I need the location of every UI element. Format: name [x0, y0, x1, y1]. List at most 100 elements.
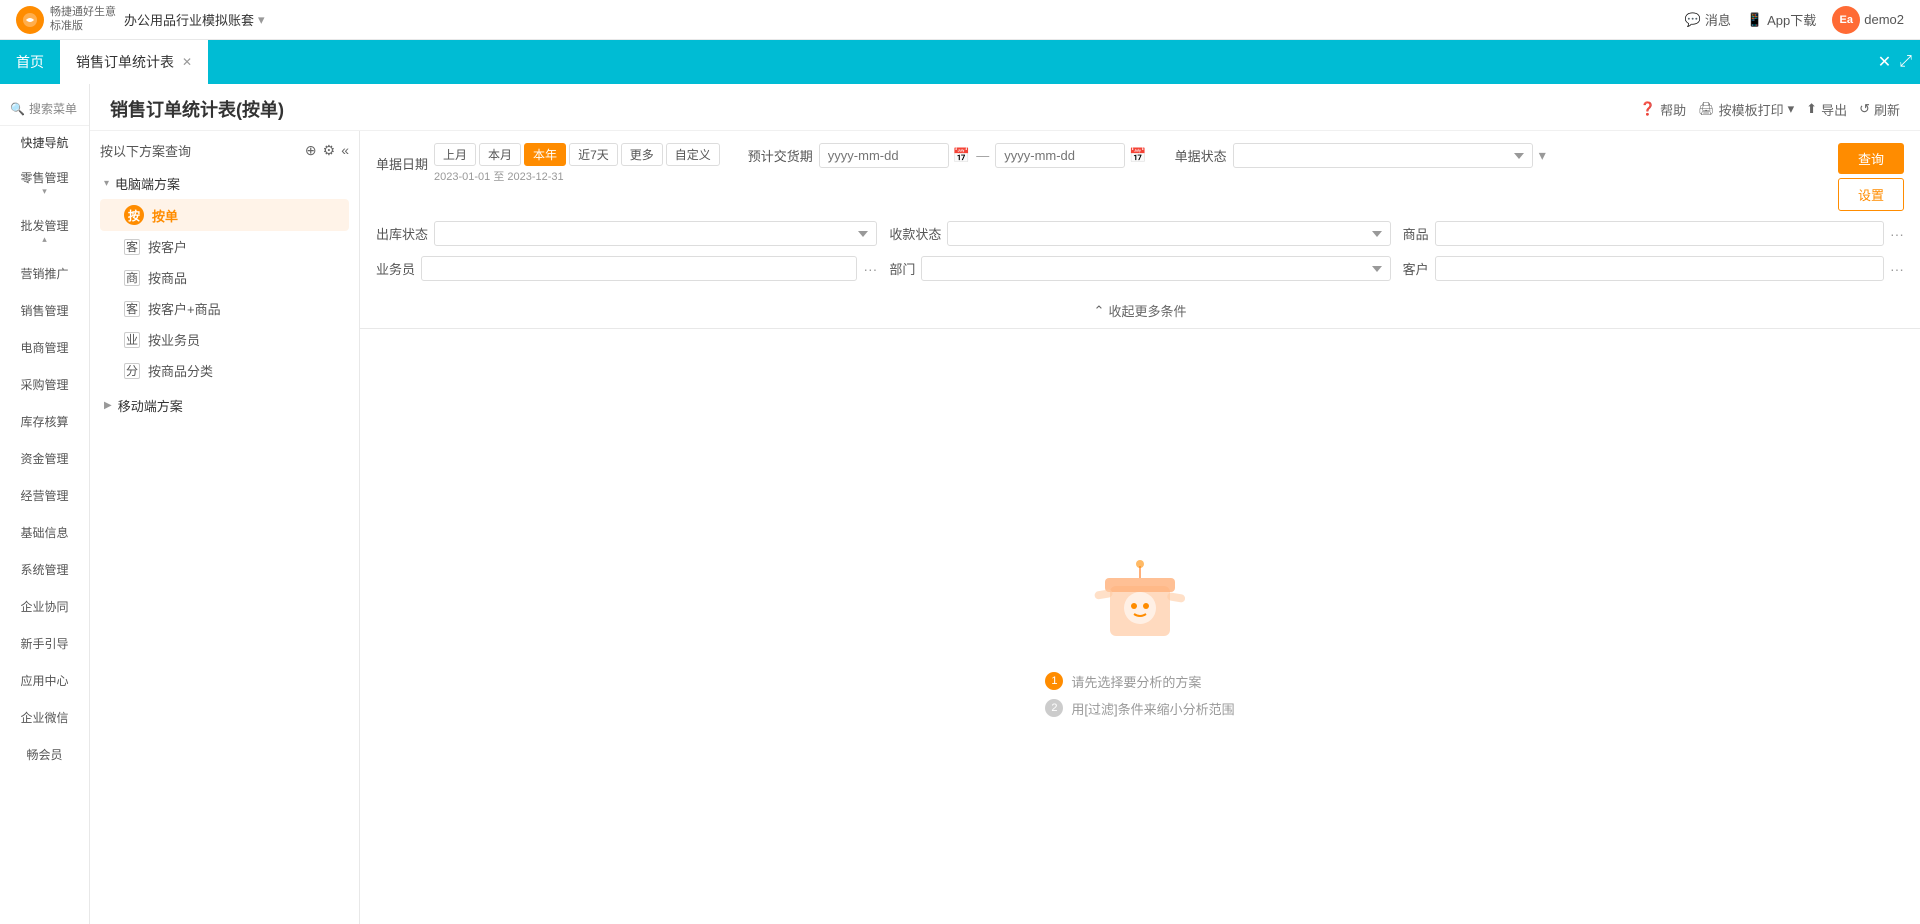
- scheme-item-by-salesperson[interactable]: 业 按业务员: [100, 324, 349, 355]
- export-button[interactable]: ⬆ 导出: [1806, 100, 1847, 119]
- receipt-status-select[interactable]: [947, 221, 1390, 246]
- sidebar-item-newbie[interactable]: 新手引导: [0, 625, 89, 662]
- app-download-button[interactable]: 📱 App下载: [1747, 10, 1816, 29]
- page-actions: ❓ 帮助 🖨 按模板打印 ▾ ⬆ 导出 ↺ 刷新: [1640, 100, 1900, 119]
- sidebar-item-purchase[interactable]: 采购管理: [0, 366, 89, 403]
- sidebar-item-member[interactable]: 畅会员: [0, 736, 89, 773]
- sidebar-item-enterprise[interactable]: 企业协同: [0, 588, 89, 625]
- refresh-icon: ↺: [1859, 101, 1870, 117]
- tab-close-icon[interactable]: ✕: [182, 55, 192, 69]
- customer-more-icon[interactable]: ···: [1890, 261, 1904, 277]
- tab-expand-icon[interactable]: ⤢: [1899, 53, 1912, 71]
- goods-label: 商品: [1403, 224, 1429, 243]
- status-select[interactable]: [1233, 143, 1533, 168]
- user-menu[interactable]: Ea demo2: [1832, 6, 1904, 34]
- query-actions: 查询 设置: [1838, 143, 1904, 211]
- filter-dept-group: 部门: [889, 256, 1390, 281]
- download-icon: 📱: [1747, 12, 1763, 28]
- scheme-panel-actions: ⊕ ⚙ «: [305, 142, 349, 159]
- sidebar-item-system[interactable]: 系统管理: [0, 551, 89, 588]
- expected-date-from-input[interactable]: [819, 143, 949, 168]
- mobile-scheme-group-title[interactable]: ▶ 移动端方案: [100, 390, 349, 421]
- sidebar-item-wholesale[interactable]: 批发管理 ▴: [0, 207, 89, 255]
- collapse-panel-button[interactable]: «: [341, 142, 349, 159]
- sidebar-item-sales[interactable]: 销售管理: [0, 292, 89, 329]
- expected-date-to-input[interactable]: [995, 143, 1125, 168]
- logo-icon: [16, 6, 44, 34]
- sidebar-item-finance[interactable]: 资金管理: [0, 440, 89, 477]
- customer-input[interactable]: [1435, 256, 1884, 281]
- top-selector[interactable]: 办公用品行业模拟账套 ▾: [124, 10, 265, 29]
- date-btn-this-year[interactable]: 本年: [524, 143, 566, 166]
- status-expand-icon[interactable]: ▾: [1539, 147, 1546, 164]
- sidebar-item-quick-nav[interactable]: 快捷导航: [0, 126, 89, 159]
- sidebar-item-basic[interactable]: 基础信息: [0, 514, 89, 551]
- scheme-icon-by-goods: 商: [124, 270, 140, 286]
- calendar-to-icon[interactable]: 📅: [1129, 147, 1146, 164]
- sidebar-item-marketing[interactable]: 营销推广: [0, 255, 89, 292]
- scheme-item-by-order[interactable]: 按 按单: [100, 199, 349, 231]
- scheme-icon-by-order: 按: [124, 205, 144, 225]
- logo-svg: [22, 12, 38, 28]
- receipt-status-label: 收款状态: [889, 224, 941, 243]
- refresh-button[interactable]: ↺ 刷新: [1859, 100, 1900, 119]
- filter-business-group: 业务员 ···: [376, 256, 877, 281]
- filter-customer-group: 客户 ···: [1403, 256, 1904, 281]
- calendar-from-icon[interactable]: 📅: [953, 147, 970, 164]
- tab-close-all-icon[interactable]: ✕: [1878, 52, 1891, 72]
- filter-row-1: 单据日期 上月 本月 本年 近7天 更多 自定义 20: [376, 143, 1904, 211]
- date-btn-last-month[interactable]: 上月: [434, 143, 476, 166]
- date-range-display: 2023-01-01 至 2023-12-31: [434, 168, 720, 184]
- sidebar-item-operation[interactable]: 经营管理: [0, 477, 89, 514]
- date-btn-7days[interactable]: 近7天: [569, 143, 618, 166]
- empty-tip-1: 1 请先选择要分析的方案: [1045, 672, 1234, 691]
- tab-home[interactable]: 首页: [0, 40, 60, 84]
- scheme-item-by-goods[interactable]: 商 按商品: [100, 262, 349, 293]
- add-scheme-button[interactable]: ⊕: [305, 142, 317, 159]
- tab-sales-stats[interactable]: 销售订单统计表 ✕: [60, 40, 208, 84]
- collapse-button[interactable]: ⌃ 收起更多条件: [1094, 301, 1187, 320]
- settings-button[interactable]: 设置: [1838, 178, 1904, 211]
- query-button[interactable]: 查询: [1838, 143, 1904, 174]
- settings-scheme-button[interactable]: ⚙: [323, 142, 336, 159]
- sidebar-item-retail[interactable]: 零售管理 ▾: [0, 159, 89, 207]
- business-more-icon[interactable]: ···: [863, 261, 877, 277]
- scheme-icon-by-customer-goods: 客: [124, 301, 140, 317]
- top-bar-right: 💬 消息 📱 App下载 Ea demo2: [1685, 6, 1904, 34]
- left-sidebar: 🔍 搜索菜单 快捷导航 零售管理 ▾ 批发管理 ▴ 营销推广 销售管理 电商管理…: [0, 84, 90, 924]
- scheme-item-by-customer-goods[interactable]: 客 按客户+商品: [100, 293, 349, 324]
- tip-number-1: 1: [1045, 672, 1063, 690]
- date-btn-more[interactable]: 更多: [621, 143, 663, 166]
- date-separator: —: [976, 148, 989, 163]
- avatar: Ea: [1832, 6, 1860, 34]
- goods-more-icon[interactable]: ···: [1890, 226, 1904, 242]
- sidebar-item-ecommerce[interactable]: 电商管理: [0, 329, 89, 366]
- help-button[interactable]: ❓ 帮助: [1640, 100, 1686, 119]
- customer-label: 客户: [1403, 259, 1429, 278]
- top-bar-left: 畅捷通好生意 标准版 办公用品行业模拟账套 ▾: [16, 6, 265, 34]
- print-button[interactable]: 🖨 按模板打印 ▾: [1698, 100, 1794, 119]
- dept-select[interactable]: [921, 256, 1390, 281]
- filter-row-2: 出库状态 收款状态 商品 ···: [376, 221, 1904, 246]
- content-body: 按以下方案查询 ⊕ ⚙ « ▾ 电脑端方案 按: [90, 131, 1920, 924]
- sidebar-item-appstore[interactable]: 应用中心: [0, 662, 89, 699]
- scheme-item-by-category[interactable]: 分 按商品分类: [100, 355, 349, 386]
- filter-status-group: 单据状态 ▾: [1175, 143, 1826, 168]
- scheme-panel-header: 按以下方案查询 ⊕ ⚙ «: [100, 141, 349, 160]
- date-label: 单据日期: [376, 154, 428, 173]
- empty-tips: 1 请先选择要分析的方案 2 用[过滤]条件来缩小分析范围: [1045, 672, 1234, 718]
- logo-text: 畅捷通好生意 标准版: [50, 6, 116, 32]
- sidebar-item-inventory[interactable]: 库存核算: [0, 403, 89, 440]
- sidebar-search-menu[interactable]: 🔍 搜索菜单: [0, 92, 89, 126]
- business-input[interactable]: [421, 256, 857, 281]
- out-status-select[interactable]: [434, 221, 877, 246]
- top-bar: 畅捷通好生意 标准版 办公用品行业模拟账套 ▾ 💬 消息 📱 App下载 Ea …: [0, 0, 1920, 40]
- date-btn-this-month[interactable]: 本月: [479, 143, 521, 166]
- message-button[interactable]: 💬 消息: [1685, 10, 1731, 29]
- scheme-item-by-customer[interactable]: 客 按客户: [100, 231, 349, 262]
- date-btn-custom[interactable]: 自定义: [666, 143, 720, 166]
- filter-expected-date-group: 预计交货期 📅 — 📅: [748, 143, 1147, 168]
- sidebar-item-wechat[interactable]: 企业微信: [0, 699, 89, 736]
- pc-scheme-group-title[interactable]: ▾ 电脑端方案: [100, 168, 349, 199]
- goods-input[interactable]: [1435, 221, 1884, 246]
